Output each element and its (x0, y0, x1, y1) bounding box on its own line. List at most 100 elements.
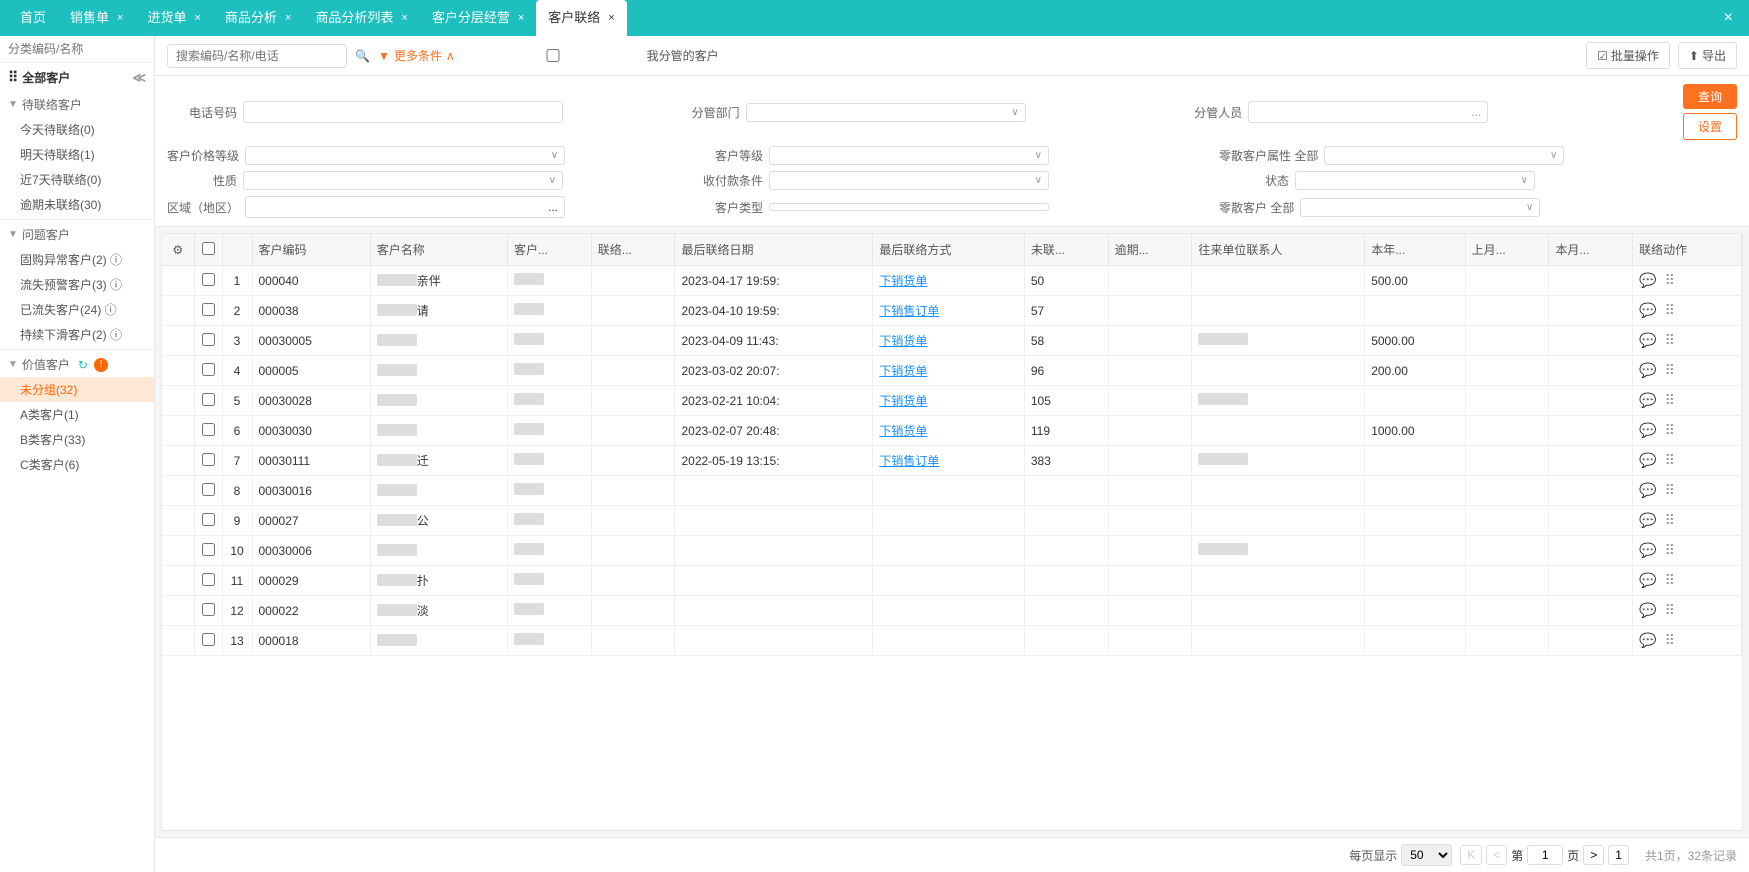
row-name[interactable] (370, 326, 507, 356)
sidebar-item-abnormal[interactable]: 固购异常客户(2) ⓘ (0, 247, 154, 272)
grid-action-icon[interactable]: ⠿ (1665, 512, 1675, 529)
payment-select[interactable]: ∨ (769, 171, 1049, 190)
row-name[interactable] (370, 476, 507, 506)
first-page-button[interactable]: K (1460, 845, 1482, 865)
last-month-column-header[interactable]: 上月... (1465, 234, 1549, 266)
sidebar-item-class-c[interactable]: C类客户(6) (0, 452, 154, 477)
row-contact-action[interactable]: 💬 ⠿ (1633, 476, 1742, 506)
close-customer-contact[interactable]: × (608, 0, 614, 36)
row-name[interactable]: 淡 (370, 596, 507, 626)
row-checkbox[interactable] (202, 513, 215, 526)
query-button[interactable]: 查询 (1683, 84, 1737, 109)
chat-icon[interactable]: 💬 (1639, 332, 1656, 349)
nav-purchase[interactable]: 进货单 × (135, 0, 212, 36)
last-contact-date-column-header[interactable]: 最后联络日期 (675, 234, 873, 266)
row-checkbox-cell[interactable] (194, 626, 222, 656)
my-clients-checkbox[interactable] (463, 49, 643, 62)
nav-customer-contact[interactable]: 客户联络 × (536, 0, 626, 36)
row-checkbox-cell[interactable] (194, 506, 222, 536)
row-checkbox[interactable] (202, 333, 215, 346)
last-page-button[interactable]: 1 (1608, 845, 1629, 865)
row-last-contact-method[interactable]: 下销货单 (873, 356, 1024, 386)
row-checkbox-cell[interactable] (194, 296, 222, 326)
row-last-contact-method[interactable] (873, 566, 1024, 596)
row-checkbox-cell[interactable] (194, 566, 222, 596)
row-checkbox[interactable] (202, 483, 215, 496)
close-product-analysis[interactable]: × (285, 0, 291, 36)
retail-customer-select[interactable]: ∨ (1300, 198, 1540, 217)
close-purchase[interactable]: × (194, 0, 200, 36)
row-checkbox[interactable] (202, 603, 215, 616)
row-checkbox-cell[interactable] (194, 416, 222, 446)
type-column-header[interactable]: 客户... (507, 234, 591, 266)
next-page-button[interactable]: > (1583, 845, 1604, 865)
contact-column-header[interactable]: 联络... (591, 234, 675, 266)
batch-op-button[interactable]: ☑ 批量操作 (1586, 42, 1670, 69)
row-checkbox-cell[interactable] (194, 596, 222, 626)
nav-sales[interactable]: 销售单 × (58, 0, 135, 36)
grid-action-icon[interactable]: ⠿ (1665, 482, 1675, 499)
nav-product-analysis-list[interactable]: 商品分析列表 × (303, 0, 419, 36)
grid-action-icon[interactable]: ⠿ (1665, 632, 1675, 649)
prev-page-button[interactable]: < (1486, 845, 1507, 865)
chat-icon[interactable]: 💬 (1639, 542, 1656, 559)
sidebar-item-overdue[interactable]: 逾期未联络(30) (0, 192, 154, 217)
row-contact-action[interactable]: 💬 ⠿ (1633, 386, 1742, 416)
grid-action-icon[interactable]: ⠿ (1665, 392, 1675, 409)
row-last-contact-method[interactable]: 下销货单 (873, 266, 1024, 296)
row-last-contact-method[interactable]: 下销售订单 (873, 296, 1024, 326)
row-checkbox[interactable] (202, 573, 215, 586)
contact-person-column-header[interactable]: 往来单位联系人 (1192, 234, 1365, 266)
sidebar-item-declining[interactable]: 持续下滑客户(2) ⓘ (0, 322, 154, 347)
row-name[interactable]: 扑 (370, 566, 507, 596)
row-last-contact-method[interactable] (873, 596, 1024, 626)
sidebar-search-input[interactable] (8, 42, 155, 56)
grid-action-icon[interactable]: ⠿ (1665, 452, 1675, 469)
row-name[interactable]: 公 (370, 506, 507, 536)
grid-action-icon[interactable]: ⠿ (1665, 272, 1675, 289)
row-checkbox-cell[interactable] (194, 266, 222, 296)
row-checkbox[interactable] (202, 303, 215, 316)
grid-action-icon[interactable]: ⠿ (1665, 542, 1675, 559)
settings-column-header[interactable]: ⚙ (162, 234, 194, 266)
export-button[interactable]: ⬆ 导出 (1678, 42, 1737, 69)
page-number-input[interactable] (1527, 845, 1563, 865)
gender-select[interactable]: ∨ (243, 171, 563, 190)
row-last-contact-method[interactable] (873, 476, 1024, 506)
select-all-checkbox[interactable] (202, 242, 215, 255)
row-checkbox[interactable] (202, 273, 215, 286)
sidebar-item-lost[interactable]: 已流失客户(24) ⓘ (0, 297, 154, 322)
my-clients-filter[interactable]: 我分管的客户 (463, 47, 719, 64)
last-contact-method-column-header[interactable]: 最后联络方式 (873, 234, 1024, 266)
sidebar-all-clients-header[interactable]: ⠿ 全部客户 ≪ (0, 63, 154, 92)
sidebar-item-class-b[interactable]: B类客户(33) (0, 427, 154, 452)
chat-icon[interactable]: 💬 (1639, 422, 1656, 439)
chat-icon[interactable]: 💬 (1639, 572, 1656, 589)
row-name[interactable]: 迁 (370, 446, 507, 476)
no-contact-days-column-header[interactable]: 未联... (1024, 234, 1108, 266)
chat-icon[interactable]: 💬 (1639, 602, 1656, 619)
row-checkbox-cell[interactable] (194, 446, 222, 476)
sidebar-group-value[interactable]: ▼ 价值客户 ↻ ! (0, 352, 154, 377)
chat-icon[interactable]: 💬 (1639, 272, 1656, 289)
region-select[interactable]: ... (245, 196, 565, 218)
name-column-header[interactable]: 客户名称 (370, 234, 507, 266)
chat-icon[interactable]: 💬 (1639, 392, 1656, 409)
top-close-button[interactable]: × (1716, 9, 1741, 27)
row-contact-action[interactable]: 💬 ⠿ (1633, 536, 1742, 566)
row-contact-action[interactable]: 💬 ⠿ (1633, 356, 1742, 386)
row-name[interactable] (370, 536, 507, 566)
more-filters-button[interactable]: ▼ 更多条件 ∧ (378, 47, 455, 64)
this-year-column-header[interactable]: 本年... (1365, 234, 1465, 266)
row-checkbox[interactable] (202, 423, 215, 436)
status-select[interactable]: ∨ (1295, 171, 1535, 190)
grid-action-icon[interactable]: ⠿ (1665, 422, 1675, 439)
row-name[interactable] (370, 416, 507, 446)
row-last-contact-method[interactable]: 下销货单 (873, 326, 1024, 356)
row-last-contact-method[interactable]: 下销货单 (873, 386, 1024, 416)
grid-action-icon[interactable]: ⠿ (1665, 302, 1675, 319)
grid-action-icon[interactable]: ⠿ (1665, 362, 1675, 379)
row-contact-action[interactable]: 💬 ⠿ (1633, 416, 1742, 446)
customer-type-select[interactable] (769, 203, 1049, 211)
this-month-column-header[interactable]: 本月... (1549, 234, 1633, 266)
